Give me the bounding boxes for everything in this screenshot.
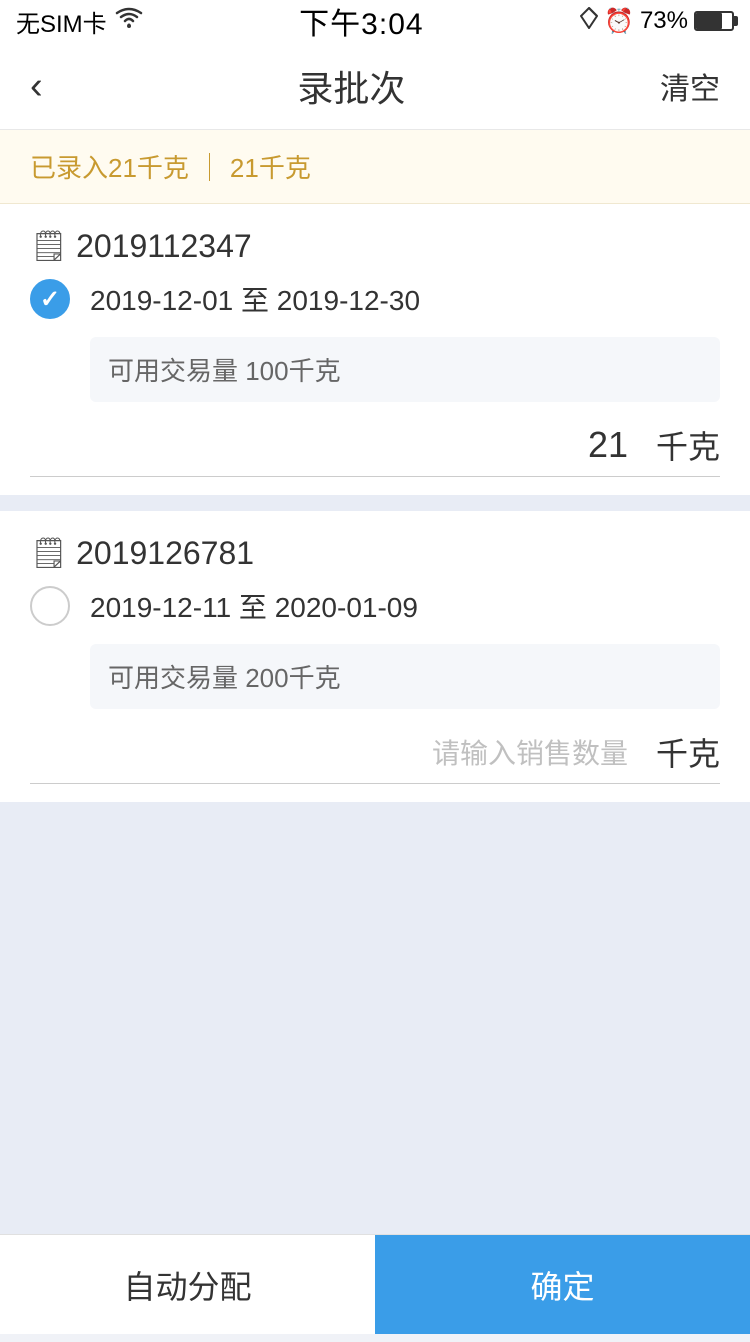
batch-id-1: 2019112347 bbox=[76, 228, 252, 265]
alarm-icon: ⏰ bbox=[604, 7, 634, 36]
status-time: 下午3:04 bbox=[299, 0, 423, 43]
batch-date-row-2: 2019-12-11 至 2020-01-09 bbox=[30, 586, 720, 626]
bottom-bar: 自动分配 确定 bbox=[0, 1234, 750, 1334]
page-title: 录批次 bbox=[297, 60, 405, 112]
info-divider bbox=[209, 153, 210, 181]
battery-icon bbox=[694, 11, 734, 31]
batch-card-1: 🗒 2019112347 2019-12-01 至 2019-12-30 可用交… bbox=[0, 204, 750, 495]
empty-area bbox=[0, 802, 750, 1242]
status-right: ⏰ 73% bbox=[580, 7, 734, 36]
info-value: 21千克 bbox=[230, 148, 311, 185]
amount-underline-1 bbox=[30, 476, 720, 477]
amount-value-1[interactable]: 21 bbox=[588, 424, 628, 466]
amount-unit-1: 千克 bbox=[656, 422, 720, 468]
batch-available-1: 可用交易量 100千克 bbox=[90, 337, 720, 402]
batch-date-row-1: 2019-12-01 至 2019-12-30 bbox=[30, 279, 720, 319]
amount-row-1: 21 千克 bbox=[0, 402, 750, 468]
batch-item-1: 🗒 2019112347 2019-12-01 至 2019-12-30 可用交… bbox=[0, 204, 750, 402]
status-bar: 无SIM卡 下午3:04 ⏰ 73% bbox=[0, 0, 750, 42]
clear-button[interactable]: 清空 bbox=[660, 64, 720, 108]
batch-date-1: 2019-12-01 至 2019-12-30 bbox=[90, 279, 420, 319]
amount-placeholder-2[interactable]: 请输入销售数量 bbox=[432, 732, 628, 772]
confirm-button[interactable]: 确定 bbox=[375, 1235, 750, 1334]
batch-doc-icon-2: 🗒 bbox=[30, 536, 68, 571]
no-sim-text: 无SIM卡 bbox=[16, 4, 107, 39]
batch-radio-2[interactable] bbox=[30, 586, 70, 626]
location-icon bbox=[580, 7, 598, 36]
amount-underline-2 bbox=[30, 783, 720, 784]
batch-id-2: 2019126781 bbox=[76, 535, 254, 572]
back-button[interactable]: ‹ bbox=[30, 67, 43, 105]
auto-distribute-button[interactable]: 自动分配 bbox=[0, 1235, 375, 1334]
batch-date-2: 2019-12-11 至 2020-01-09 bbox=[90, 586, 418, 626]
batch-doc-icon-1: 🗒 bbox=[30, 229, 68, 264]
info-banner: 已录入21千克 21千克 bbox=[0, 130, 750, 204]
separator-1 bbox=[0, 495, 750, 511]
page: 无SIM卡 下午3:04 ⏰ 73% bbox=[0, 0, 750, 1342]
batch-id-row-2: 🗒 2019126781 bbox=[30, 535, 720, 572]
status-left: 无SIM卡 bbox=[16, 4, 143, 39]
battery-percent: 73% bbox=[640, 7, 688, 35]
amount-unit-2: 千克 bbox=[656, 729, 720, 775]
batch-item-2: 🗒 2019126781 2019-12-11 至 2020-01-09 可用交… bbox=[0, 511, 750, 709]
main-content: 🗒 2019112347 2019-12-01 至 2019-12-30 可用交… bbox=[0, 204, 750, 1342]
amount-row-2: 请输入销售数量 千克 bbox=[0, 709, 750, 775]
recorded-label: 已录入21千克 bbox=[30, 148, 189, 185]
batch-radio-1[interactable] bbox=[30, 279, 70, 319]
batch-id-row-1: 🗒 2019112347 bbox=[30, 228, 720, 265]
wifi-icon bbox=[115, 7, 143, 36]
batch-card-2: 🗒 2019126781 2019-12-11 至 2020-01-09 可用交… bbox=[0, 511, 750, 802]
nav-bar: ‹ 录批次 清空 bbox=[0, 42, 750, 130]
batch-available-2: 可用交易量 200千克 bbox=[90, 644, 720, 709]
